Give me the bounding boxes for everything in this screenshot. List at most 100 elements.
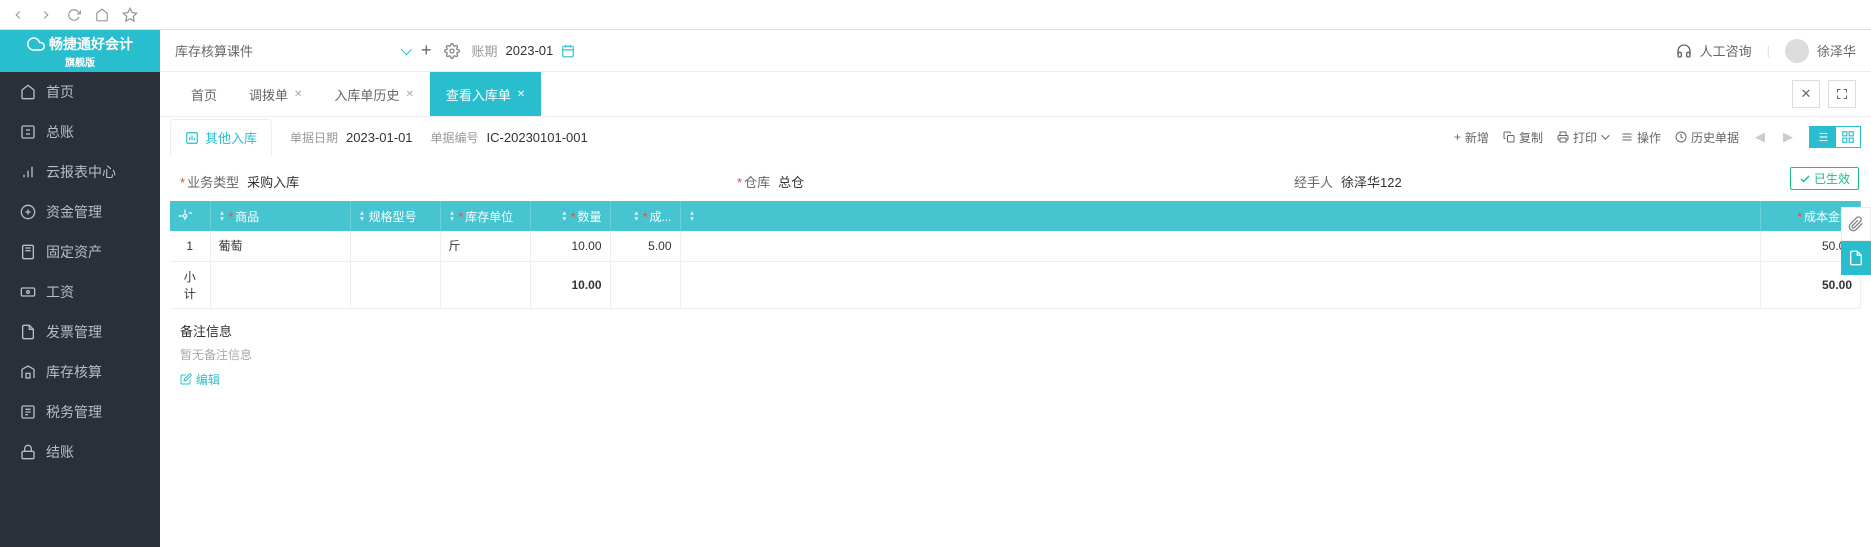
browser-toolbar (0, 0, 1871, 30)
sidebar-item-label: 首页 (46, 82, 74, 102)
table-row[interactable]: 1 葡萄 斤 10.00 5.00 50.00 (170, 231, 1861, 261)
next-arrow[interactable]: ▶ (1781, 129, 1795, 145)
invoice-icon (20, 324, 36, 340)
tab-label: 首页 (191, 85, 217, 104)
doc-type-tab[interactable]: 其他入库 (170, 119, 272, 155)
subtotal-qty: 10.00 (530, 261, 610, 308)
check-icon (1799, 173, 1811, 185)
sidebar-item-label: 税务管理 (46, 402, 102, 422)
ledger-icon (20, 124, 36, 140)
note-icon (1848, 250, 1864, 266)
tab-view-inbound[interactable]: 查看入库单 ✕ (430, 72, 541, 116)
new-button[interactable]: + 新增 (1454, 129, 1489, 146)
th-unit[interactable]: ▲▼*库存单位 (440, 201, 530, 231)
remark-section: 备注信息 暂无备注信息 编辑 (160, 309, 1871, 400)
grid-icon (1841, 130, 1855, 144)
tab-inbound-history[interactable]: 入库单历史 ✕ (318, 72, 429, 116)
gear-icon (178, 209, 192, 223)
tab-transfer[interactable]: 调拨单 ✕ (233, 72, 318, 116)
handler-value: 徐泽华122 (1341, 172, 1402, 191)
cell-qty: 10.00 (530, 231, 610, 261)
close-icon[interactable]: ✕ (517, 89, 525, 100)
sidebar-item-close[interactable]: 结账 (0, 432, 160, 472)
add-icon[interactable]: + (421, 40, 432, 61)
prev-arrow[interactable]: ◀ (1753, 129, 1767, 145)
close-icon[interactable]: ✕ (405, 89, 413, 100)
sidebar-item-ledger[interactable]: 总账 (0, 112, 160, 152)
doc-header: 其他入库 单据日期 2023-01-01 单据编号 IC-20230101-00… (160, 117, 1871, 157)
warehouse-icon (20, 364, 36, 380)
org-selector[interactable]: 库存核算课件 (175, 41, 409, 60)
ops-button[interactable]: 操作 (1621, 129, 1661, 146)
remark-empty: 暂无备注信息 (180, 346, 1851, 363)
nav-forward-icon[interactable] (38, 7, 54, 23)
nav-back-icon[interactable] (10, 7, 26, 23)
sidebar: 畅捷通好会计 旗舰版 首页 总账 云报表中心 资金管理 固定资产 工资 (0, 30, 160, 547)
tool-attach[interactable] (1841, 207, 1871, 241)
cell-blank (680, 231, 1761, 261)
tab-label: 调拨单 (249, 85, 288, 104)
view-list-button[interactable] (1809, 126, 1835, 148)
sidebar-item-funds[interactable]: 资金管理 (0, 192, 160, 232)
consult-link[interactable]: 人工咨询 (1676, 41, 1752, 60)
biz-type-value: 采购入库 (247, 172, 299, 191)
topbar: 库存核算课件 + 账期 2023-01 人工咨询 | 徐泽华 (160, 30, 1871, 72)
copy-button[interactable]: 复制 (1503, 129, 1543, 146)
chevron-down-icon (401, 44, 412, 55)
sidebar-item-invoice[interactable]: 发票管理 (0, 312, 160, 352)
calendar-icon[interactable] (561, 44, 575, 58)
sidebar-item-reports[interactable]: 云报表中心 (0, 152, 160, 192)
th-gear[interactable] (170, 201, 210, 231)
fullscreen-button[interactable] (1828, 80, 1856, 108)
history-button[interactable]: 历史单据 (1675, 129, 1739, 146)
th-product[interactable]: ▲▼*商品 (210, 201, 350, 231)
headset-icon (1676, 43, 1692, 59)
sidebar-item-salary[interactable]: 工资 (0, 272, 160, 312)
tool-note[interactable] (1841, 241, 1871, 275)
tab-home[interactable]: 首页 (175, 72, 233, 116)
th-cost[interactable]: ▲▼*成... (610, 201, 680, 231)
th-qty[interactable]: ▲▼*数量 (530, 201, 610, 231)
print-button[interactable]: 打印 (1557, 129, 1607, 146)
cell-product: 葡萄 (210, 231, 350, 261)
gear-icon[interactable] (444, 43, 460, 59)
consult-label: 人工咨询 (1700, 41, 1752, 60)
th-blank[interactable]: ▲▼ (680, 201, 1761, 231)
th-spec[interactable]: ▲▼规格型号 (350, 201, 440, 231)
star-icon[interactable] (122, 7, 138, 23)
sidebar-item-inventory[interactable]: 库存核算 (0, 352, 160, 392)
close-all-button[interactable]: ✕ (1792, 80, 1820, 108)
chart-icon (185, 131, 199, 145)
sidebar-item-assets[interactable]: 固定资产 (0, 232, 160, 272)
sidebar-item-label: 库存核算 (46, 362, 102, 382)
sidebar-item-tax[interactable]: 税务管理 (0, 392, 160, 432)
chevron-down-icon (1601, 131, 1609, 139)
logo-text: 畅捷通好会计 (49, 34, 133, 54)
tabs: 首页 调拨单 ✕ 入库单历史 ✕ 查看入库单 ✕ ✕ (160, 72, 1871, 117)
paperclip-icon (1848, 216, 1864, 232)
logo[interactable]: 畅捷通好会计 旗舰版 (0, 30, 160, 72)
close-icon[interactable]: ✕ (294, 89, 302, 100)
view-grid-button[interactable] (1835, 126, 1861, 148)
sidebar-item-label: 发票管理 (46, 322, 102, 342)
chart-icon (20, 164, 36, 180)
status-badge: 已生效 (1790, 167, 1859, 190)
form-row: *业务类型 采购入库 *仓库 总仓 经手人 徐泽华122 (160, 157, 1871, 201)
edit-remark-button[interactable]: 编辑 (180, 371, 1851, 388)
expand-icon (1836, 88, 1848, 100)
user-menu[interactable]: 徐泽华 (1785, 39, 1856, 63)
edit-icon (180, 373, 192, 385)
home-icon[interactable] (94, 7, 110, 23)
tab-label: 查看入库单 (446, 85, 511, 104)
username: 徐泽华 (1817, 41, 1856, 60)
copy-icon (1503, 131, 1515, 143)
menu-icon (1621, 131, 1633, 143)
sidebar-item-home[interactable]: 首页 (0, 72, 160, 112)
cell-seq: 1 (170, 231, 210, 261)
remark-title: 备注信息 (180, 321, 1851, 340)
doc-type-label: 其他入库 (205, 128, 257, 147)
refresh-icon[interactable] (66, 7, 82, 23)
period-value[interactable]: 2023-01 (506, 43, 554, 58)
cloud-icon (27, 35, 45, 53)
tax-icon (20, 404, 36, 420)
